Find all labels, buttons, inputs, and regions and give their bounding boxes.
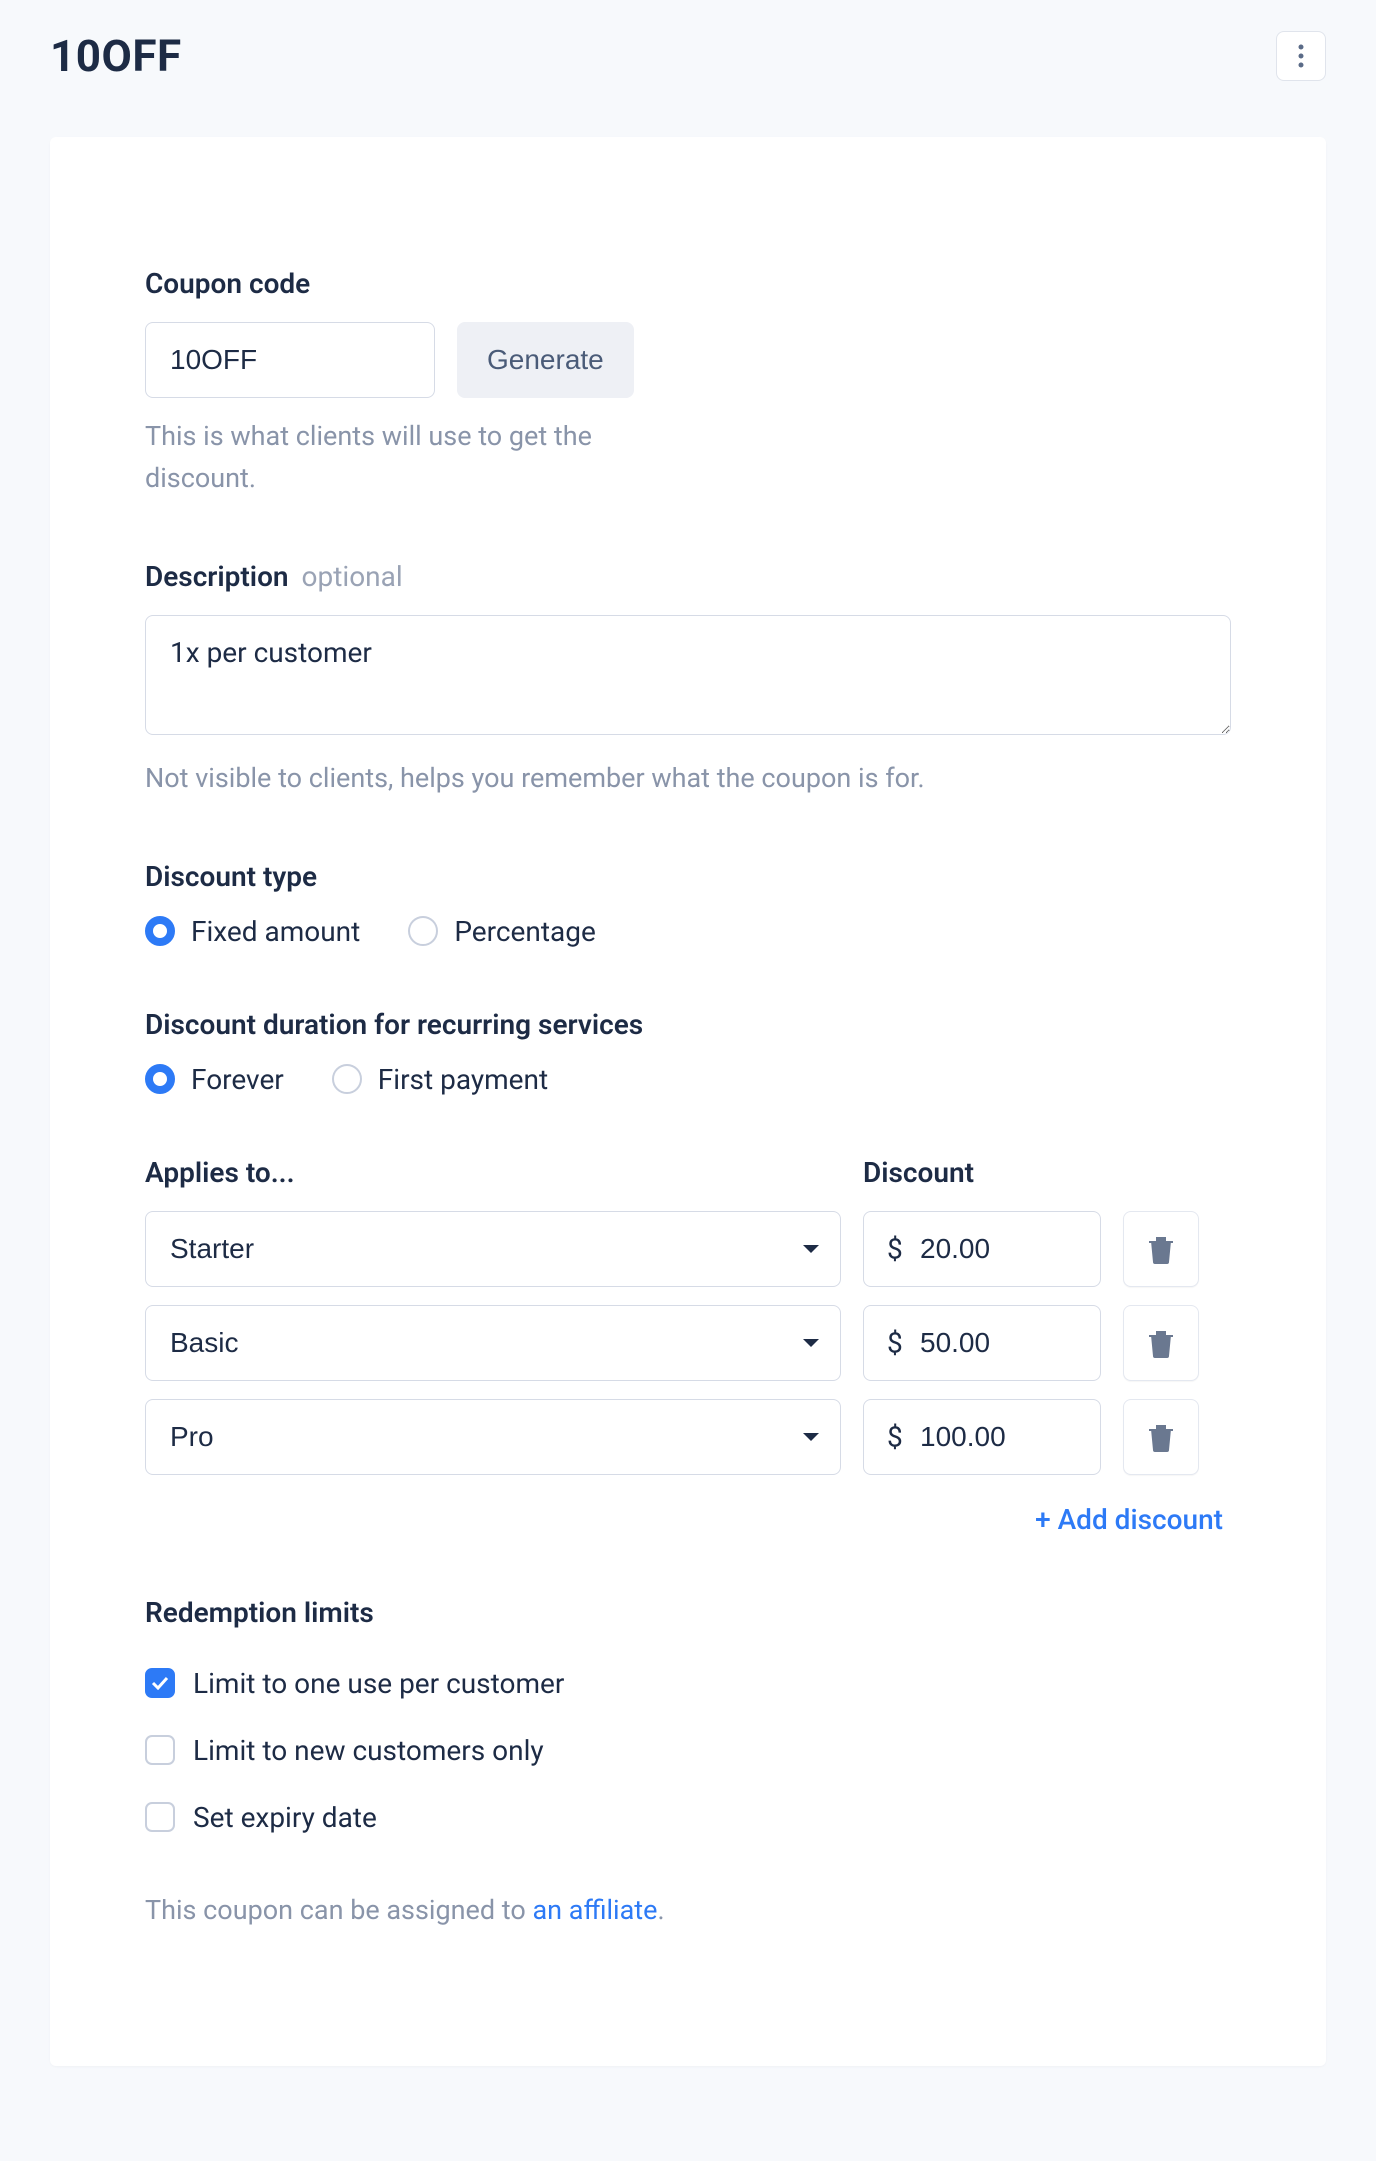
add-discount-button[interactable]: + Add discount	[1035, 1503, 1223, 1536]
delete-row-button[interactable]	[1123, 1399, 1199, 1475]
page-header: 10OFF	[50, 30, 1326, 82]
affiliate-link[interactable]: an affiliate	[532, 1894, 657, 1926]
plan-select[interactable]: Basic	[145, 1305, 841, 1381]
delete-row-button[interactable]	[1123, 1211, 1199, 1287]
checkbox-icon	[145, 1668, 175, 1698]
trash-icon	[1148, 1234, 1174, 1264]
generate-button[interactable]: Generate	[457, 322, 634, 398]
radio-label: Forever	[191, 1063, 284, 1096]
redemption-limits-label: Redemption limits	[145, 1596, 1231, 1629]
checkbox-icon	[145, 1735, 175, 1765]
trash-icon	[1148, 1422, 1174, 1452]
radio-label: First payment	[378, 1063, 548, 1096]
radio-icon	[408, 916, 438, 946]
applies-to-header: Applies to...	[145, 1156, 863, 1189]
optional-tag: optional	[302, 560, 403, 593]
discount-type-field: Discount type Fixed amount Percentage	[145, 860, 1231, 948]
discount-header: Discount	[863, 1156, 974, 1189]
limit-new-customers-checkbox[interactable]: Limit to new customers only	[145, 1734, 1231, 1767]
duration-label: Discount duration for recurring services	[145, 1008, 1231, 1041]
discount-table: Applies to... Discount Starter $ Bas	[145, 1156, 1231, 1475]
coupon-code-label: Coupon code	[145, 267, 1231, 300]
discount-row: Basic $	[145, 1305, 1231, 1381]
redemption-limits-field: Redemption limits	[145, 1596, 1231, 1629]
radio-icon	[332, 1064, 362, 1094]
duration-first-radio[interactable]: First payment	[332, 1063, 548, 1096]
description-label: Description optional	[145, 560, 1231, 593]
checkbox-label: Set expiry date	[193, 1801, 377, 1834]
more-vertical-icon	[1298, 44, 1304, 68]
duration-field: Discount duration for recurring services…	[145, 1008, 1231, 1096]
radio-icon	[145, 916, 175, 946]
description-help: Not visible to clients, helps you rememb…	[145, 758, 1231, 800]
checkbox-label: Limit to one use per customer	[193, 1667, 564, 1700]
coupon-code-field: Coupon code Generate This is what client…	[145, 267, 1231, 500]
duration-forever-radio[interactable]: Forever	[145, 1063, 284, 1096]
affiliate-note: This coupon can be assigned to an affili…	[145, 1894, 1231, 1926]
coupon-code-help: This is what clients will use to get the…	[145, 416, 685, 500]
radio-icon	[145, 1064, 175, 1094]
checkbox-label: Limit to new customers only	[193, 1734, 544, 1767]
limit-one-per-customer-checkbox[interactable]: Limit to one use per customer	[145, 1667, 1231, 1700]
radio-label: Percentage	[454, 915, 596, 948]
description-input[interactable]	[145, 615, 1231, 735]
coupon-card: Coupon code Generate This is what client…	[50, 137, 1326, 2066]
trash-icon	[1148, 1328, 1174, 1358]
radio-label: Fixed amount	[191, 915, 360, 948]
coupon-code-input[interactable]	[145, 322, 435, 398]
page-title: 10OFF	[50, 30, 182, 82]
discount-row: Pro $	[145, 1399, 1231, 1475]
delete-row-button[interactable]	[1123, 1305, 1199, 1381]
discount-type-percentage-radio[interactable]: Percentage	[408, 915, 596, 948]
discount-amount-input[interactable]	[863, 1399, 1101, 1475]
plan-select[interactable]: Pro	[145, 1399, 841, 1475]
set-expiry-checkbox[interactable]: Set expiry date	[145, 1801, 1231, 1834]
discount-amount-input[interactable]	[863, 1211, 1101, 1287]
plan-select[interactable]: Starter	[145, 1211, 841, 1287]
discount-type-label: Discount type	[145, 860, 1231, 893]
discount-amount-input[interactable]	[863, 1305, 1101, 1381]
checkbox-icon	[145, 1802, 175, 1832]
discount-type-fixed-radio[interactable]: Fixed amount	[145, 915, 360, 948]
discount-row: Starter $	[145, 1211, 1231, 1287]
more-menu-button[interactable]	[1276, 31, 1326, 81]
description-field: Description optional Not visible to clie…	[145, 560, 1231, 800]
